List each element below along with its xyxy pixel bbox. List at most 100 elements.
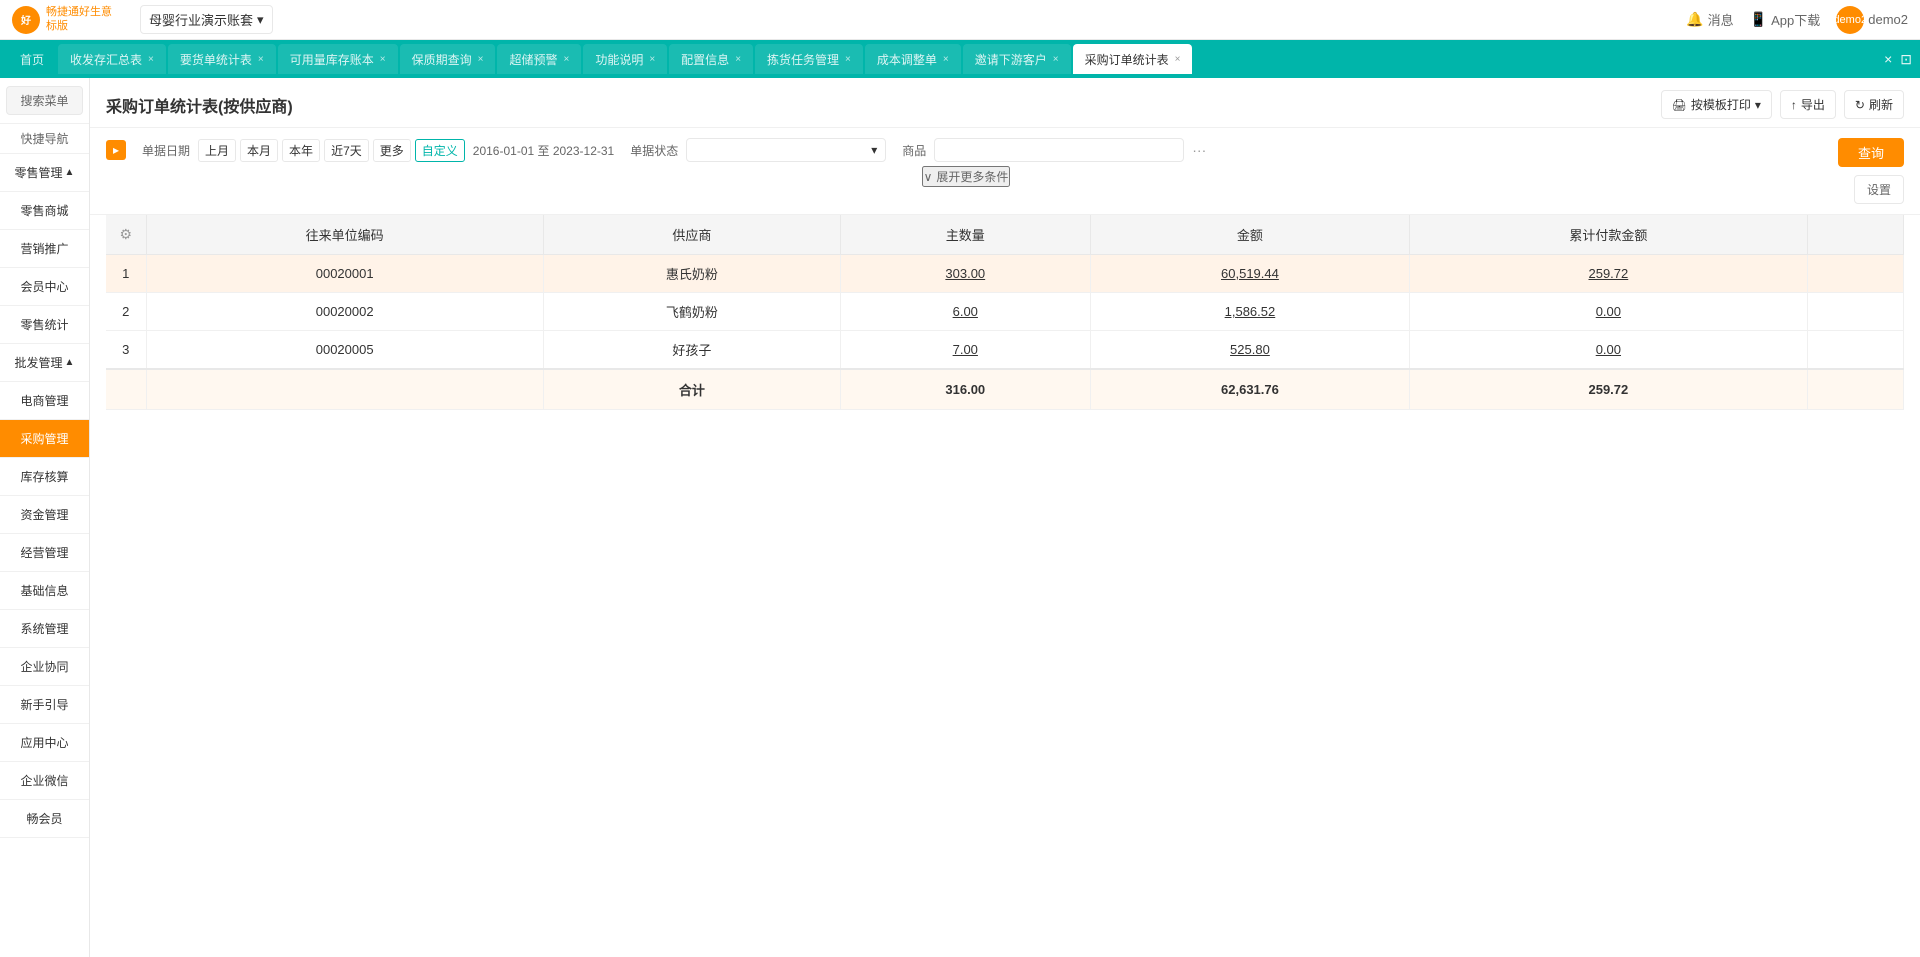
close-icon[interactable]: × [735,54,741,65]
sidebar-item-finance[interactable]: 资金管理 [0,496,89,534]
maximize-btn[interactable]: ⊡ [1900,51,1912,68]
sidebar-item-newbie[interactable]: 新手引导 [0,686,89,724]
table-footer-row: 合计 316.00 62,631.76 259.72 [106,369,1904,410]
print-btn[interactable]: 🖨 按模板打印 ▾ [1661,90,1772,119]
message-btn[interactable]: 消息 [1686,10,1733,29]
table-settings-col[interactable]: ⚙ [106,215,146,255]
col-header-code: 往来单位编码 [146,215,543,255]
close-icon[interactable]: × [380,54,386,65]
settings-icon[interactable]: ⚙ [119,226,132,242]
goods-input[interactable] [934,138,1184,162]
row-amount[interactable]: 60,519.44 [1090,255,1410,293]
tab-gongneng[interactable]: 功能说明 × [583,44,667,74]
sidebar-item-basic[interactable]: 基础信息 [0,572,89,610]
app-download-btn[interactable]: App下载 [1750,10,1821,29]
sidebar-item-retail-shop[interactable]: 零售商城 [0,192,89,230]
row-paid[interactable]: 0.00 [1410,293,1807,331]
tab-peizhi[interactable]: 配置信息 × [669,44,753,74]
page-header-actions: 🖨 按模板打印 ▾ ↑ 导出 ↻ 刷新 [1661,90,1904,119]
close-icon[interactable]: × [943,54,949,65]
date-btn-more[interactable]: 更多 [373,139,411,162]
row-amount[interactable]: 525.80 [1090,331,1410,370]
row-qty[interactable]: 303.00 [840,255,1090,293]
table-row[interactable]: 1 00020001 惠氏奶粉 303.00 60,519.44 259.72 [106,255,1904,293]
sidebar-item-marketing[interactable]: 营销推广 [0,230,89,268]
query-btn[interactable]: 查询 [1838,138,1904,167]
close-icon[interactable]: × [478,54,484,65]
date-btn-7days[interactable]: 近7天 [324,139,369,162]
expand-more-btn[interactable]: ∨ 展开更多条件 [922,166,1011,187]
sidebar-item-members[interactable]: 会员中心 [0,268,89,306]
tab-yaohuo[interactable]: 要货单统计表 × [168,44,276,74]
tab-baoxian[interactable]: 保质期查询 × [400,44,496,74]
row-amount[interactable]: 1,586.52 [1090,293,1410,331]
close-icon[interactable]: × [1175,54,1181,65]
sidebar-item-purchase[interactable]: 采购管理 [0,420,89,458]
date-btn-this-year[interactable]: 本年 [282,139,320,162]
table-container: ⚙ 往来单位编码 供应商 主数量 金额 累计付款金额 1 00020001 [90,215,1920,957]
page-title: 采购订单统计表(按供应商) [106,93,293,117]
tab-caigou[interactable]: 采购订单统计表 × [1073,44,1193,74]
sidebar-item-retail-stat[interactable]: 零售统计 [0,306,89,344]
top-bar-left: 好 畅捷通好生意 标版 母婴行业演示账套 [12,5,273,34]
close-all-btn[interactable]: × [1884,51,1892,67]
date-btn-custom[interactable]: 自定义 [415,139,465,162]
sidebar-item-retail[interactable]: 零售管理 ▲ [0,154,89,192]
goods-label: 商品 [902,142,926,159]
company-selector[interactable]: 母婴行业演示账套 [140,5,273,34]
col-header-supplier: 供应商 [543,215,840,255]
status-select[interactable]: ▾ [686,138,886,162]
close-icon[interactable]: × [845,54,851,65]
row-paid[interactable]: 0.00 [1410,331,1807,370]
sidebar-item-enterprise[interactable]: 企业协同 [0,648,89,686]
sidebar-item-vip[interactable]: 畅会员 [0,800,89,838]
date-label: 单据日期 [142,142,190,159]
user-avatar-btn[interactable]: demo2 demo2 [1836,6,1908,34]
close-icon[interactable]: × [148,54,154,65]
col-header-amount: 金额 [1090,215,1410,255]
row-qty[interactable]: 6.00 [840,293,1090,331]
tab-yaoqing[interactable]: 邀请下游客户 × [963,44,1071,74]
row-extra [1807,293,1903,331]
sidebar-item-system[interactable]: 系统管理 [0,610,89,648]
close-icon[interactable]: × [563,54,569,65]
date-btn-this-month[interactable]: 本月 [240,139,278,162]
tab-shoufa[interactable]: 收发存汇总表 × [58,44,166,74]
search-menu-btn[interactable]: 搜索菜单 [6,86,83,115]
row-index: 2 [106,293,146,331]
sidebar-item-operation[interactable]: 经营管理 [0,534,89,572]
sidebar-item-appstore[interactable]: 应用中心 [0,724,89,762]
sidebar-item-wechat[interactable]: 企业微信 [0,762,89,800]
date-btn-last-month[interactable]: 上月 [198,139,236,162]
top-bar-right: 消息 App下载 demo2 demo2 [1686,6,1908,34]
row-extra [1807,331,1903,370]
tab-home[interactable]: 首页 [8,44,56,74]
sidebar-item-wholesale[interactable]: 批发管理 ▲ [0,344,89,382]
row-paid[interactable]: 259.72 [1410,255,1807,293]
tab-chengben[interactable]: 成本调整单 × [865,44,961,74]
more-icon[interactable]: ··· [1192,142,1206,158]
filter-status-group: 单据状态 ▾ [630,138,886,162]
row-index: 1 [106,255,146,293]
table-row[interactable]: 3 00020005 好孩子 7.00 525.80 0.00 [106,331,1904,370]
status-label: 单据状态 [630,142,678,159]
filter-toggle-btn[interactable]: ▸ [106,140,126,160]
sidebar-item-ecommerce[interactable]: 电商管理 [0,382,89,420]
settings-btn[interactable]: 设置 [1854,175,1904,204]
tab-keyong[interactable]: 可用量库存账本 × [278,44,398,74]
tab-zhehuo[interactable]: 拣货任务管理 × [755,44,863,74]
table-row[interactable]: 2 00020002 飞鹤奶粉 6.00 1,586.52 0.00 [106,293,1904,331]
footer-total-label: 合计 [543,369,840,410]
quick-nav-btn[interactable]: 快捷导航 [0,124,89,154]
export-btn[interactable]: ↑ 导出 [1780,90,1836,119]
refresh-btn[interactable]: ↻ 刷新 [1844,90,1904,119]
close-icon[interactable]: × [649,54,655,65]
username-label: demo2 [1868,12,1908,27]
tab-chaochu[interactable]: 超储预警 × [497,44,581,74]
close-icon[interactable]: × [258,54,264,65]
row-extra [1807,255,1903,293]
filter-action-column: 查询 设置 [1826,138,1904,204]
row-qty[interactable]: 7.00 [840,331,1090,370]
sidebar-item-inventory[interactable]: 库存核算 [0,458,89,496]
close-icon[interactable]: × [1053,54,1059,65]
